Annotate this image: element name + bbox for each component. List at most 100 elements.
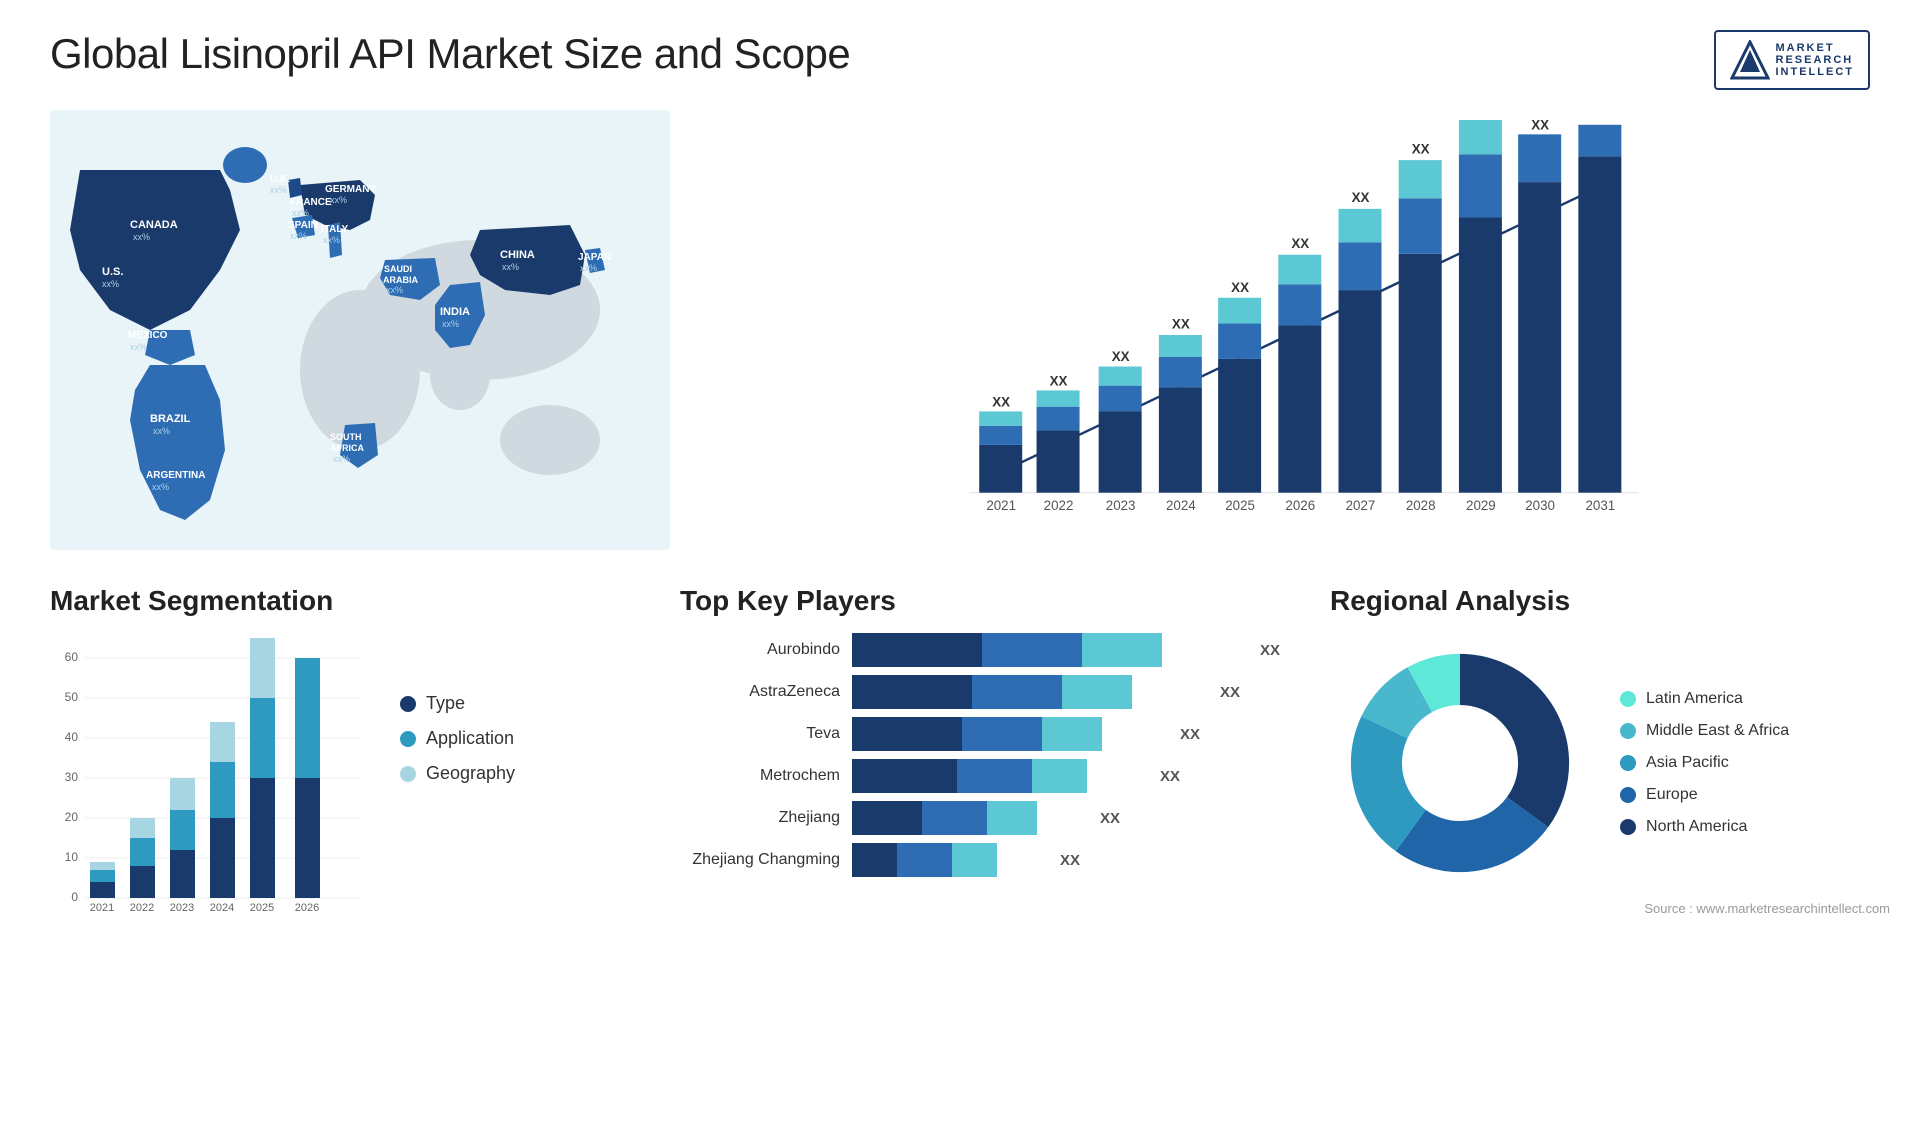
svg-text:xx%: xx% — [330, 195, 347, 205]
svg-text:0: 0 — [71, 890, 78, 904]
legend-middle-east-africa: Middle East & Africa — [1620, 722, 1789, 740]
svg-text:2029: 2029 — [1466, 498, 1496, 513]
player-row-astrazeneca: AstraZeneca XX — [680, 675, 1280, 709]
svg-text:10: 10 — [65, 850, 79, 864]
svg-text:CANADA: CANADA — [130, 219, 178, 231]
svg-text:2027: 2027 — [1346, 498, 1376, 513]
player-value-aurobindo: XX — [1260, 642, 1280, 659]
svg-text:ARABIA: ARABIA — [383, 275, 418, 285]
svg-text:SAUDI: SAUDI — [384, 264, 412, 274]
svg-text:2031: 2031 — [1585, 498, 1615, 513]
legend-geography: Geography — [400, 763, 515, 784]
svg-text:60: 60 — [65, 650, 79, 664]
logo-line1: MARKET — [1776, 42, 1855, 54]
svg-text:50: 50 — [65, 690, 79, 704]
svg-text:FRANCE: FRANCE — [290, 197, 332, 208]
svg-text:2026: 2026 — [1285, 498, 1315, 513]
legend-europe-dot — [1620, 787, 1636, 803]
world-map-section: CANADA xx% U.S. xx% MEXICO xx% BRAZIL xx… — [50, 110, 670, 565]
player-row-zhejiang: Zhejiang XX — [680, 801, 1280, 835]
svg-text:xx%: xx% — [442, 319, 459, 329]
donut-chart-svg — [1330, 633, 1590, 893]
legend-application-dot — [400, 731, 416, 747]
svg-text:XX: XX — [1172, 316, 1190, 331]
svg-text:XX: XX — [1231, 280, 1249, 295]
top-key-players-title: Top Key Players — [680, 585, 1280, 617]
legend-geography-dot — [400, 766, 416, 782]
player-row-teva: Teva XX — [680, 717, 1280, 751]
regional-container: Latin America Middle East & Africa Asia … — [1330, 633, 1890, 893]
player-value-zhejiang: XX — [1100, 810, 1120, 827]
legend-asia-pacific: Asia Pacific — [1620, 754, 1789, 772]
regional-analysis-title: Regional Analysis — [1330, 585, 1890, 617]
segmentation-legend: Type Application Geography — [400, 633, 515, 784]
player-bar-metrochem: XX — [852, 759, 1280, 793]
logo: MARKET RESEARCH INTELLECT — [1714, 30, 1871, 90]
player-name-zhejiang-changming: Zhejiang Changming — [680, 851, 840, 869]
player-name-metrochem: Metrochem — [680, 767, 840, 785]
svg-text:ITALY: ITALY — [321, 224, 349, 235]
legend-latin-america-dot — [1620, 691, 1636, 707]
svg-text:2030: 2030 — [1525, 498, 1555, 513]
svg-text:2025: 2025 — [250, 902, 274, 913]
player-bar-teva: XX — [852, 717, 1280, 751]
legend-latin-america: Latin America — [1620, 690, 1789, 708]
svg-text:xx%: xx% — [130, 342, 147, 352]
svg-text:U.S.: U.S. — [102, 266, 123, 278]
svg-text:AFRICA: AFRICA — [330, 443, 364, 453]
player-bar-astrazeneca: XX — [852, 675, 1280, 709]
market-segmentation: Market Segmentation 0 10 20 30 40 50 60 — [50, 585, 630, 916]
svg-text:xx%: xx% — [102, 279, 119, 289]
svg-text:XX: XX — [1412, 141, 1430, 156]
svg-text:XX: XX — [1591, 120, 1609, 123]
regional-analysis: Regional Analysis — [1330, 585, 1890, 916]
legend-geography-label: Geography — [426, 763, 515, 784]
market-segmentation-title: Market Segmentation — [50, 585, 630, 617]
player-name-aurobindo: Aurobindo — [680, 641, 840, 659]
svg-text:40: 40 — [65, 730, 79, 744]
player-bar-zhejiang-changming: XX — [852, 843, 1280, 877]
player-bar-zhejiang: XX — [852, 801, 1280, 835]
svg-text:2021: 2021 — [986, 498, 1016, 513]
svg-text:SPAIN: SPAIN — [288, 220, 318, 231]
seg-chart-container: 0 10 20 30 40 50 60 — [50, 633, 630, 913]
svg-text:20: 20 — [65, 810, 79, 824]
svg-text:2023: 2023 — [1106, 498, 1136, 513]
svg-text:xx%: xx% — [333, 454, 350, 464]
svg-text:INDIA: INDIA — [440, 306, 470, 318]
svg-text:XX: XX — [1050, 374, 1068, 389]
svg-text:2021: 2021 — [90, 902, 114, 913]
players-container: Aurobindo XX AstraZeneca — [680, 633, 1280, 877]
segmentation-chart-svg: 0 10 20 30 40 50 60 — [50, 633, 370, 913]
legend-middle-east-africa-label: Middle East & Africa — [1646, 722, 1789, 740]
svg-text:BRAZIL: BRAZIL — [150, 413, 191, 425]
svg-text:xx%: xx% — [270, 185, 287, 195]
player-value-metrochem: XX — [1160, 768, 1180, 785]
svg-text:XX: XX — [1352, 190, 1370, 205]
legend-europe: Europe — [1620, 786, 1789, 804]
player-value-zhejiang-changming: XX — [1060, 852, 1080, 869]
svg-text:2022: 2022 — [1044, 498, 1074, 513]
svg-text:JAPAN: JAPAN — [578, 252, 611, 263]
svg-text:xx%: xx% — [290, 231, 307, 241]
bottom-row: Market Segmentation 0 10 20 30 40 50 60 — [50, 585, 1870, 916]
source-text: Source : www.marketresearchintellect.com — [1330, 901, 1890, 916]
svg-text:ARGENTINA: ARGENTINA — [146, 470, 205, 481]
svg-text:XX: XX — [1472, 120, 1490, 123]
svg-text:XX: XX — [992, 395, 1010, 410]
player-name-astrazeneca: AstraZeneca — [680, 683, 840, 701]
player-name-zhejiang: Zhejiang — [680, 809, 840, 827]
page-container: Global Lisinopril API Market Size and Sc… — [0, 0, 1920, 1146]
page-title: Global Lisinopril API Market Size and Sc… — [50, 30, 850, 78]
svg-text:xx%: xx% — [502, 262, 519, 272]
legend-type: Type — [400, 693, 515, 714]
svg-text:2024: 2024 — [1166, 498, 1196, 513]
logo-line3: INTELLECT — [1776, 66, 1855, 78]
player-bar-aurobindo: XX — [852, 633, 1280, 667]
svg-text:2024: 2024 — [210, 902, 234, 913]
svg-text:SOUTH: SOUTH — [330, 432, 362, 442]
svg-text:2022: 2022 — [130, 902, 154, 913]
legend-asia-pacific-dot — [1620, 755, 1636, 771]
player-name-teva: Teva — [680, 725, 840, 743]
svg-text:xx%: xx% — [323, 235, 340, 245]
